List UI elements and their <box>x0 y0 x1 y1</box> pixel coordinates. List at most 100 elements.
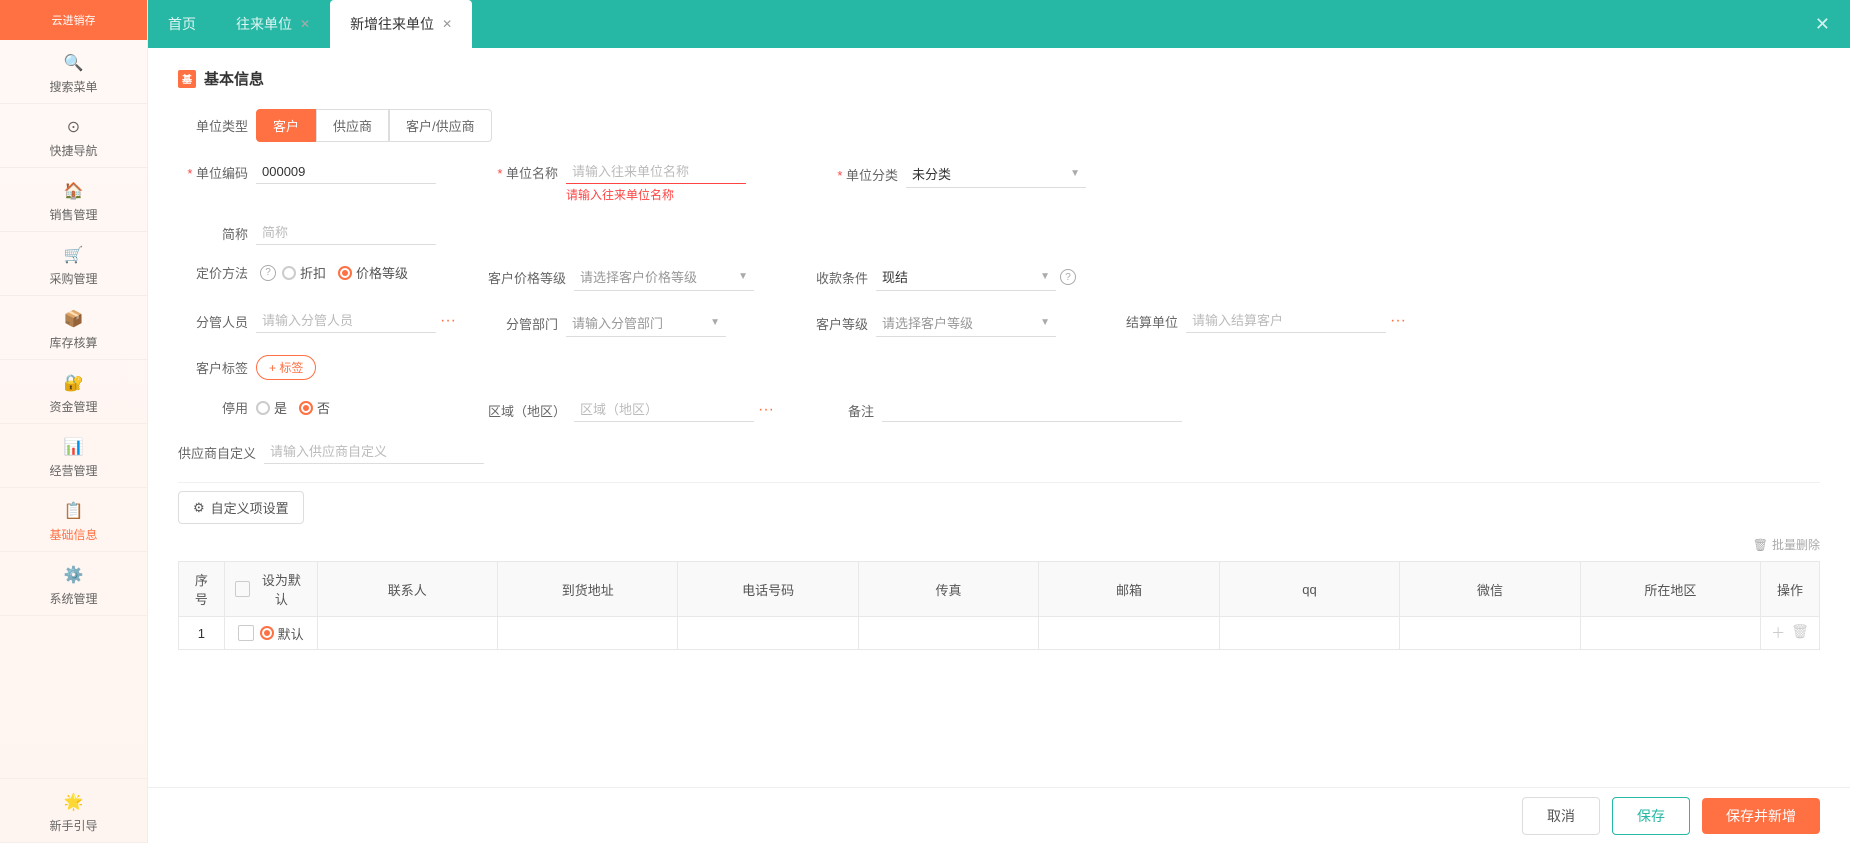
custom-settings-button[interactable]: ⚙ 自定义项设置 <box>178 491 304 524</box>
customer-price-level-label: 客户价格等级 <box>488 268 566 287</box>
address-input[interactable] <box>508 626 667 641</box>
remark-input[interactable] <box>882 398 1182 422</box>
tab-bar-close[interactable]: ✕ <box>1815 14 1830 35</box>
unit-type-group: 单位类型 客户 供应商 客户/供应商 <box>178 109 492 142</box>
pricing-discount[interactable]: 折扣 <box>282 263 326 282</box>
row-wechat[interactable] <box>1400 617 1580 650</box>
unit-category-select[interactable]: 未分类 ▼ <box>906 160 1086 188</box>
sidebar-item-sales[interactable]: 🏠 销售管理 <box>0 168 147 232</box>
wechat-input[interactable] <box>1410 626 1569 641</box>
region-more[interactable]: ··· <box>758 401 774 419</box>
batch-delete-icon: 🗑 <box>1753 538 1768 552</box>
section-title: 基本信息 <box>204 68 264 89</box>
region-group: 区域（地区） ··· <box>488 398 774 422</box>
tab-partners-close[interactable]: ✕ <box>300 17 310 31</box>
department-group: 分管部门 请输入分管部门 ▼ <box>488 309 768 337</box>
row-contact[interactable] <box>317 617 497 650</box>
tab-new-partner-close[interactable]: ✕ <box>442 17 452 31</box>
short-name-group: 简称 <box>178 221 458 245</box>
sidebar-item-search[interactable]: 🔍 搜索菜单 <box>0 40 147 104</box>
short-name-input[interactable] <box>256 221 436 245</box>
manager-group: 分管人员 ··· <box>178 309 458 333</box>
sidebar-item-finance[interactable]: 🔐 资金管理 <box>0 360 147 424</box>
settlement-unit-input[interactable] <box>1186 309 1386 333</box>
row-checkbox[interactable] <box>238 625 254 641</box>
email-input[interactable] <box>1049 626 1208 641</box>
pricing-help-icon[interactable]: ? <box>260 265 276 281</box>
sidebar-item-purchase[interactable]: 🛒 采购管理 <box>0 232 147 296</box>
sidebar-item-guide[interactable]: 🌟 新手引导 <box>0 778 147 843</box>
quick-nav-icon: ⊙ <box>63 116 85 138</box>
pricing-discount-radio[interactable] <box>282 266 296 280</box>
manager-input[interactable] <box>256 309 436 333</box>
col-address: 到货地址 <box>497 562 677 617</box>
disabled-no[interactable]: 否 <box>299 398 330 417</box>
unit-code-group: 单位编码 <box>178 160 458 184</box>
sidebar-item-system[interactable]: ⚙️ 系统管理 <box>0 552 147 616</box>
disabled-label: 停用 <box>178 398 248 417</box>
row-default-radio[interactable]: 默认 <box>260 624 304 643</box>
unit-name-input[interactable] <box>566 160 746 184</box>
manager-more[interactable]: ··· <box>440 312 456 330</box>
col-wechat: 微信 <box>1400 562 1580 617</box>
add-row-icon[interactable]: ＋ <box>1771 623 1785 643</box>
tab-home[interactable]: 首页 <box>148 0 216 48</box>
save-new-button[interactable]: 保存并新增 <box>1702 798 1820 834</box>
department-select[interactable]: 请输入分管部门 ▼ <box>566 309 726 337</box>
supplier-custom-input[interactable] <box>264 440 484 464</box>
default-radio-circle[interactable] <box>260 626 274 640</box>
sidebar-item-inventory[interactable]: 📦 库存核算 <box>0 296 147 360</box>
customer-price-level-select[interactable]: 请选择客户价格等级 ▼ <box>574 263 754 291</box>
row-email[interactable] <box>1039 617 1219 650</box>
row-default: 默认 <box>224 617 317 650</box>
disabled-row: 停用 是 否 区域（地区） ··· 备注 <box>178 398 1820 422</box>
unit-code-input[interactable] <box>256 160 436 184</box>
payment-terms-select[interactable]: 现结 ▼ <box>876 263 1056 291</box>
phone-input[interactable] <box>688 626 847 641</box>
customer-level-select[interactable]: 请选择客户等级 ▼ <box>876 309 1056 337</box>
row-qq[interactable] <box>1219 617 1400 650</box>
unit-type-label: 单位类型 <box>178 116 248 135</box>
tab-new-partner[interactable]: 新增往来单位 ✕ <box>330 0 472 48</box>
payment-terms-help-icon[interactable]: ? <box>1060 269 1076 285</box>
contact-input[interactable] <box>328 626 487 641</box>
contact-table: 序号 设为默认 联系人 到货地址 电话号码 传真 邮箱 qq 微信 所在地区 <box>178 561 1820 650</box>
pricing-level-radio[interactable] <box>338 266 352 280</box>
row-address[interactable] <box>497 617 677 650</box>
add-tag-button[interactable]: + 标签 <box>256 355 316 380</box>
supplier-custom-row: 供应商自定义 <box>178 440 1820 464</box>
region-table-input[interactable] <box>1591 626 1750 641</box>
unit-type-buttons: 客户 供应商 客户/供应商 <box>256 109 492 142</box>
disabled-yes[interactable]: 是 <box>256 398 287 417</box>
unit-type-supplier[interactable]: 供应商 <box>316 109 389 142</box>
table-row: 1 默认 <box>179 617 1820 650</box>
pricing-level[interactable]: 价格等级 <box>338 263 408 282</box>
sidebar-item-operations[interactable]: 📊 经营管理 <box>0 424 147 488</box>
supplier-custom-label: 供应商自定义 <box>178 443 256 462</box>
save-button[interactable]: 保存 <box>1612 797 1690 835</box>
remark-group: 备注 <box>804 398 1182 422</box>
customer-tag-group: 客户标签 + 标签 <box>178 355 458 380</box>
disabled-yes-radio[interactable] <box>256 401 270 415</box>
guide-icon: 🌟 <box>63 791 85 813</box>
row-region[interactable] <box>1580 617 1760 650</box>
region-input[interactable] <box>574 398 754 422</box>
row-fax[interactable] <box>858 617 1038 650</box>
unit-type-both[interactable]: 客户/供应商 <box>389 109 492 142</box>
disabled-no-radio[interactable] <box>299 401 313 415</box>
customer-price-level-chevron: ▼ <box>738 271 748 282</box>
row-phone[interactable] <box>678 617 858 650</box>
unit-type-customer[interactable]: 客户 <box>256 109 316 142</box>
delete-row-icon[interactable]: 🗑 <box>1791 623 1809 643</box>
sidebar-item-base-info[interactable]: 📋 基础信息 <box>0 488 147 552</box>
select-all-checkbox[interactable] <box>235 581 251 597</box>
batch-delete-button[interactable]: 🗑 批量删除 <box>1753 536 1820 553</box>
settlement-unit-more[interactable]: ··· <box>1390 312 1406 330</box>
fax-input[interactable] <box>869 626 1028 641</box>
qq-input[interactable] <box>1230 626 1390 641</box>
inventory-icon: 📦 <box>63 308 85 330</box>
cancel-button[interactable]: 取消 <box>1522 797 1600 835</box>
tab-partners[interactable]: 往来单位 ✕ <box>216 0 330 48</box>
sidebar-item-quick-nav[interactable]: ⊙ 快捷导航 <box>0 104 147 168</box>
content-area: 基 基本信息 单位类型 客户 供应商 客户/供应商 单位编码 单位名称 <box>148 48 1850 843</box>
